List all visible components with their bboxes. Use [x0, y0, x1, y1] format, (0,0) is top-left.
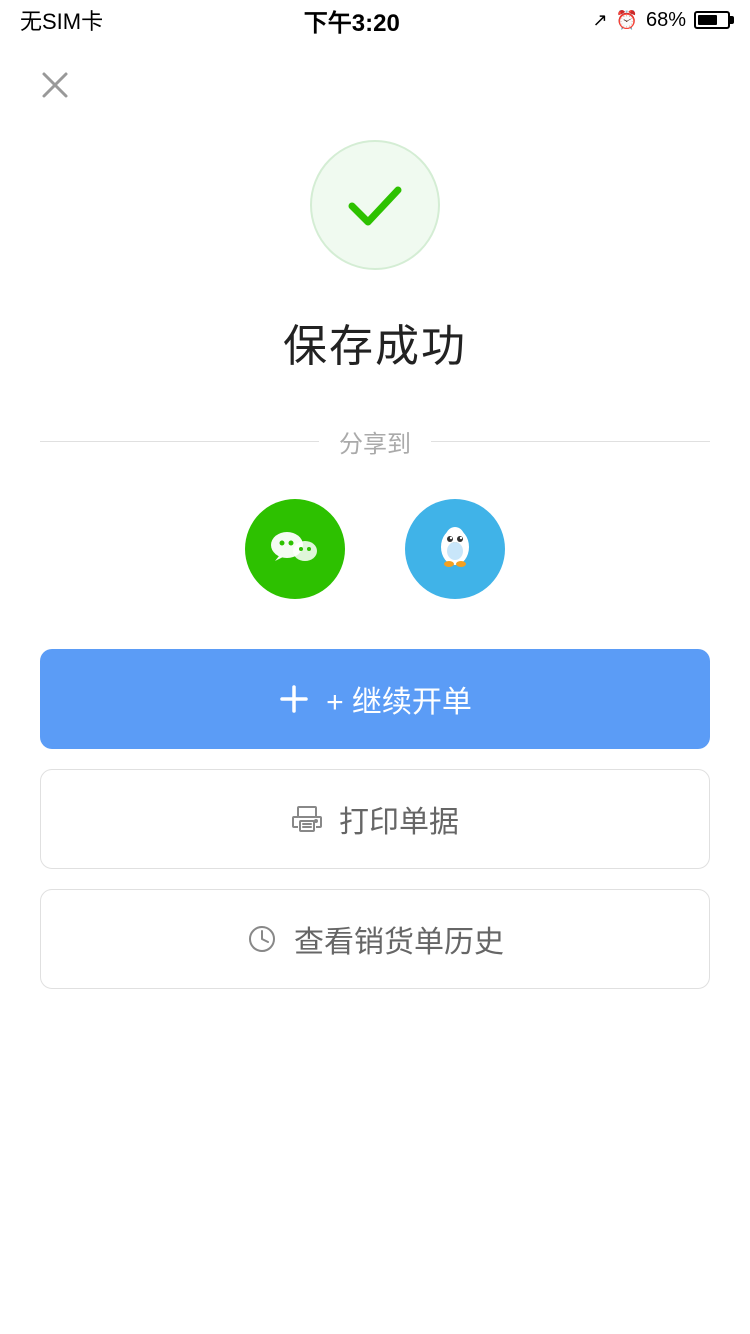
success-title: 保存成功 — [283, 310, 467, 374]
printer-icon — [291, 803, 323, 835]
status-time: 下午3:20 — [304, 3, 400, 38]
success-icon — [310, 140, 440, 270]
print-label: 打印单据 — [339, 797, 459, 841]
print-button[interactable]: 打印单据 — [40, 769, 710, 869]
battery-indicator — [694, 11, 730, 29]
close-area — [0, 40, 750, 120]
history-icon — [246, 923, 278, 955]
continue-label: + 继续开单 — [326, 677, 472, 721]
history-label: 查看销货单历史 — [294, 917, 504, 961]
continue-button[interactable]: + 继续开单 — [40, 649, 710, 749]
action-buttons: + 继续开单 打印单据 查看销货单历史 — [40, 649, 710, 989]
share-icons — [40, 499, 710, 599]
share-label: 分享到 — [339, 424, 411, 459]
share-section: 分享到 — [40, 424, 710, 599]
battery-percent: 68% — [646, 9, 686, 32]
carrier-text: 无SIM卡 — [20, 4, 103, 36]
status-right: ↗ ⏰ 68% — [592, 9, 730, 32]
main-content: 保存成功 分享到 — [0, 120, 750, 1334]
close-button[interactable] — [30, 60, 80, 110]
share-divider: 分享到 — [40, 424, 710, 459]
status-bar: 无SIM卡 下午3:20 ↗ ⏰ 68% — [0, 0, 750, 40]
history-button[interactable]: 查看销货单历史 — [40, 889, 710, 989]
qq-share-button[interactable] — [405, 499, 505, 599]
alarm-icon: ⏰ — [616, 10, 638, 31]
status-carrier: 无SIM卡 — [20, 4, 111, 36]
location-icon: ↗ — [592, 10, 607, 31]
plus-icon — [278, 683, 310, 715]
wechat-share-button[interactable] — [245, 499, 345, 599]
